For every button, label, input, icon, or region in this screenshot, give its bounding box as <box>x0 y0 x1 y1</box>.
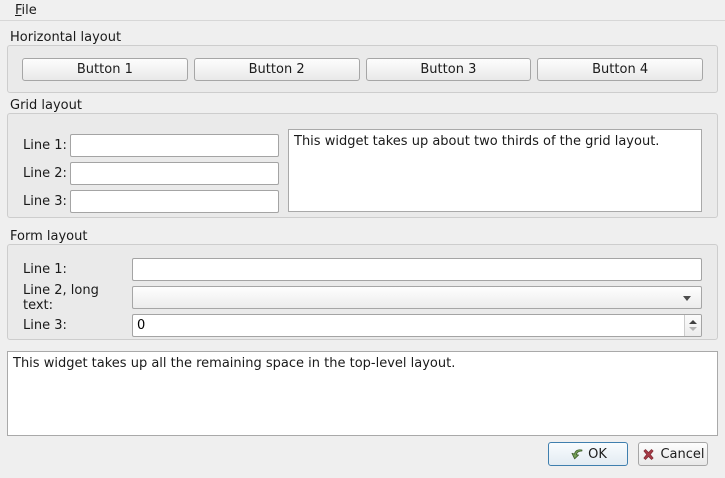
dialog-button-row: OK Cancel <box>7 442 718 466</box>
grid-line3-input[interactable] <box>70 190 279 213</box>
form-line3-spinbox[interactable] <box>132 314 702 337</box>
menu-file[interactable]: File <box>10 2 42 19</box>
ok-button-label: OK <box>588 446 607 462</box>
spinbox-stepper[interactable] <box>684 315 701 336</box>
grid-row-2: Line 2: <box>23 162 279 185</box>
basic-layouts-window: File Horizontal layout Button 1 Button 2… <box>0 0 725 478</box>
group-horizontal-frame: Button 1 Button 2 Button 3 Button 4 <box>7 45 718 93</box>
bottom-textedit[interactable]: This widget takes up all the remaining s… <box>7 351 718 436</box>
button-4[interactable]: Button 4 <box>537 58 703 81</box>
grid-line1-input[interactable] <box>70 134 279 157</box>
grid-row-1: Line 1: <box>23 134 279 157</box>
form-line1-label: Line 1: <box>23 262 67 277</box>
grid-line1-label: Line 1: <box>23 138 67 153</box>
spin-up-icon[interactable] <box>689 320 697 324</box>
dialog-content: Horizontal layout Button 1 Button 2 Butt… <box>0 31 725 466</box>
grid-left-column: Line 1: Line 2: Line 3: <box>23 129 279 217</box>
chevron-down-icon <box>683 296 691 301</box>
form-line2-combobox[interactable] <box>132 286 702 309</box>
menu-bar: File <box>0 0 725 21</box>
button-3[interactable]: Button 3 <box>365 58 532 81</box>
grid-line2-input[interactable] <box>70 162 279 185</box>
cancel-red-x-icon <box>641 447 656 462</box>
group-grid-frame: Line 1: Line 2: Line 3: This widget take… <box>7 113 718 218</box>
form-line3-label: Line 3: <box>23 318 67 333</box>
ok-button[interactable]: OK <box>548 442 628 466</box>
spinbox-value-input[interactable] <box>133 315 684 336</box>
group-grid-title: Grid layout <box>10 98 82 113</box>
grid-textedit[interactable]: This widget takes up about two thirds of… <box>288 129 702 212</box>
button-1[interactable]: Button 1 <box>22 58 188 81</box>
ok-green-arrow-icon <box>569 447 584 462</box>
form-line2-label: Line 2, long text: <box>23 282 99 313</box>
form-row-2: Line 2, long text: <box>23 283 702 313</box>
group-grid-layout: Grid layout Line 1: Line 2: Line 3: This… <box>7 99 718 218</box>
group-form-layout: Form layout Line 1: Line 2, long text: L… <box>7 230 718 340</box>
form-row-3: Line 3: <box>23 314 702 337</box>
group-horizontal-layout: Horizontal layout Button 1 Button 2 Butt… <box>7 31 718 93</box>
group-form-frame: Line 1: Line 2, long text: Line 3: <box>7 244 718 340</box>
spin-down-icon[interactable] <box>689 327 697 331</box>
cancel-button[interactable]: Cancel <box>638 442 708 466</box>
cancel-button-label: Cancel <box>660 446 705 462</box>
button-2[interactable]: Button 2 <box>193 58 360 81</box>
grid-line3-label: Line 3: <box>23 194 67 209</box>
grid-line2-label: Line 2: <box>23 166 67 181</box>
form-row-1: Line 1: <box>23 258 702 281</box>
group-form-title: Form layout <box>10 229 88 244</box>
group-horizontal-title: Horizontal layout <box>10 30 122 45</box>
form-line1-input[interactable] <box>132 258 702 281</box>
grid-row-3: Line 3: <box>23 190 279 213</box>
